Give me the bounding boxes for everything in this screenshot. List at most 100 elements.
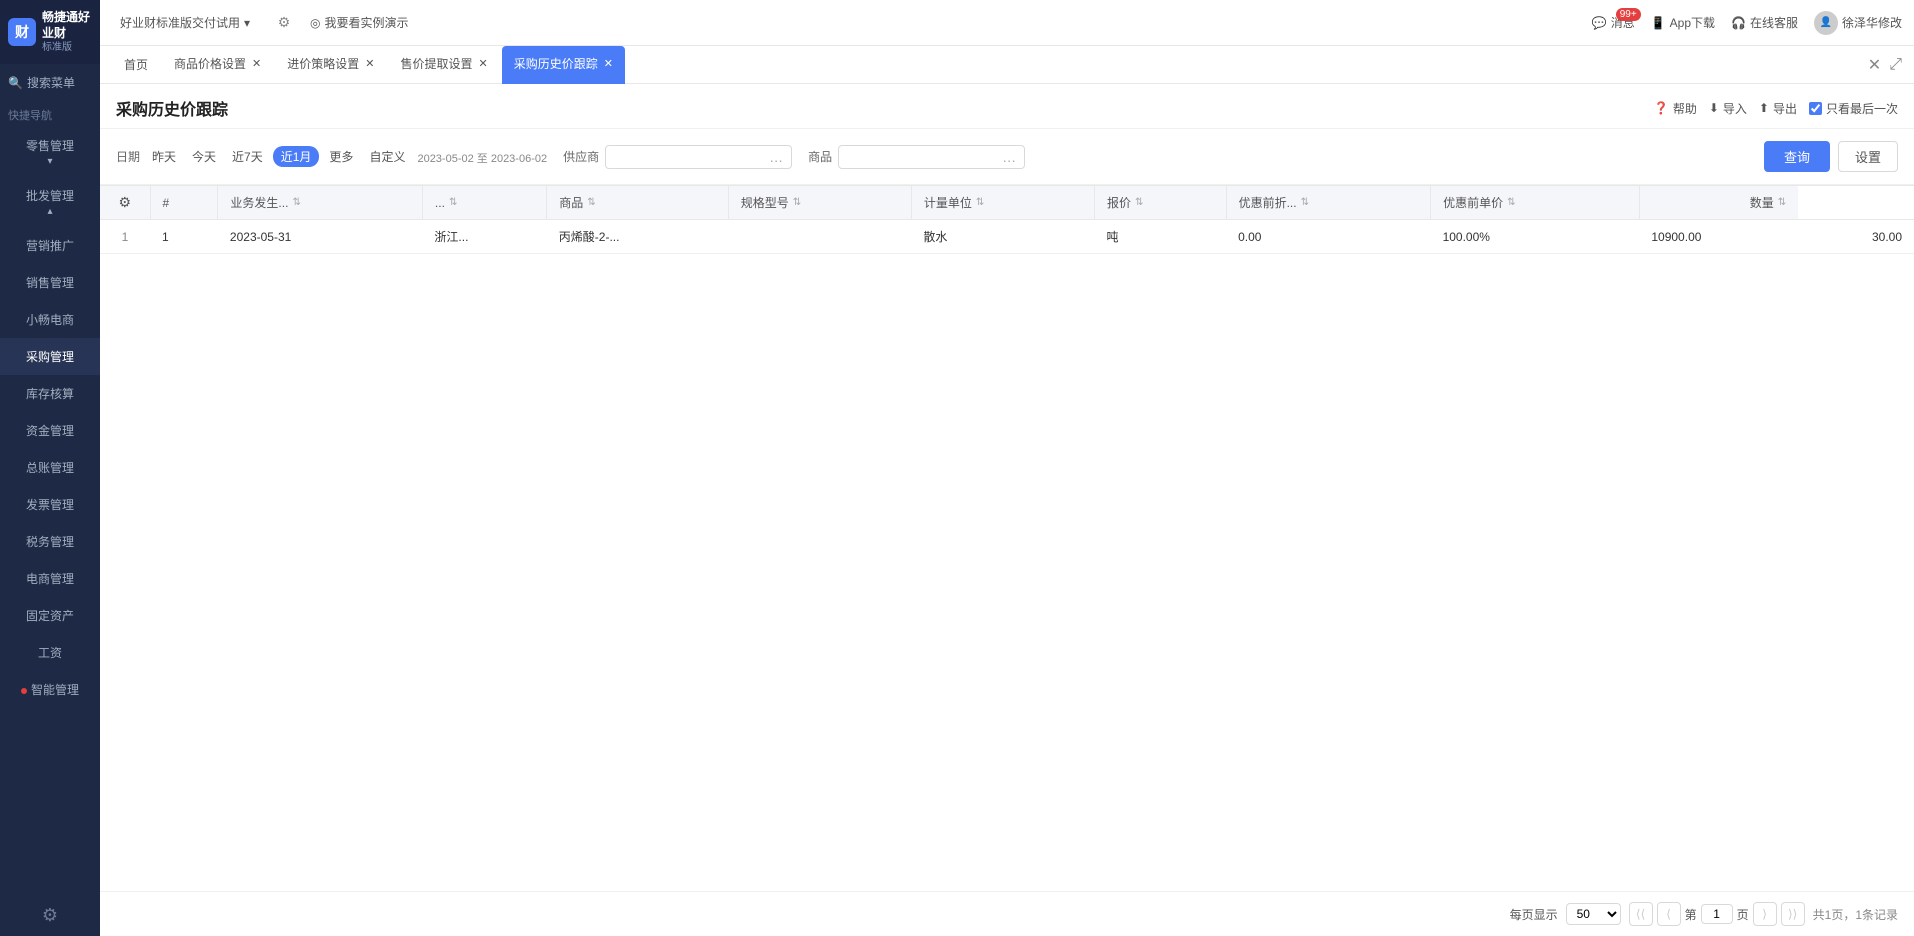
cell-quantity: 30.00 [1798,220,1914,254]
th-pre-price[interactable]: 优惠前单价 ⇅ [1431,186,1640,220]
page-first-btn[interactable]: ⟨⟨ [1629,902,1653,926]
app-download-button[interactable]: 📱 App下载 [1651,14,1715,31]
help-icon: ❓ [1654,101,1669,115]
sidebar-item-marketing[interactable]: 营销推广 [0,227,100,264]
sidebar-item-smart[interactable]: 智能管理 [0,671,100,708]
page-next-btn[interactable]: ⟩ [1753,902,1777,926]
sidebar-item-general-ledger[interactable]: 总账管理 [0,449,100,486]
goods-input-wrap[interactable]: … [838,145,1025,169]
page-size-select[interactable]: 50 10 20 100 [1566,903,1621,925]
sidebar-item-ecommerce[interactable]: 电商管理 [0,560,100,597]
demo-button[interactable]: ◎ 我要看实例演示 [310,14,409,31]
date-btn-1month[interactable]: 近1月 [273,146,320,167]
sidebar-item-payroll[interactable]: 工资 [0,634,100,671]
download-icon: 📱 [1651,16,1666,30]
expand-panel-icon[interactable]: ⤢ [1889,56,1902,74]
date-btn-more[interactable]: 更多 [323,146,359,167]
sidebar-item-retail[interactable]: 零售管理 ▾ [0,127,100,177]
tab-purchase-price-strategy[interactable]: 进价策略设置 ✕ [275,46,386,84]
sidebar-item-sales[interactable]: 销售管理 [0,264,100,301]
date-btn-custom[interactable]: 自定义 [363,146,411,167]
close-tab-goods-price[interactable]: ✕ [252,57,261,70]
import-icon: ⬇ [1709,101,1719,115]
supplier-more-icon[interactable]: … [769,149,783,165]
page-last-btn[interactable]: ⟩⟩ [1781,902,1805,926]
sort-preprice-icon: ⇅ [1507,197,1515,208]
th-discount[interactable]: 优惠前折... ⇅ [1226,186,1431,220]
chevron-up-icon: ▴ [47,206,52,217]
th-goods[interactable]: 商品 ⇅ [547,186,729,220]
page-total-info: 共1页，1条记录 [1813,906,1898,923]
th-spec[interactable]: 规格型号 ⇅ [728,186,911,220]
tab-selling-price[interactable]: 售价提取设置 ✕ [388,46,499,84]
close-tab-purchase-history[interactable]: ✕ [604,57,613,70]
goods-filter-label: 商品 [808,148,832,165]
goods-more-icon[interactable]: … [1002,149,1016,165]
supplier-input-wrap[interactable]: … [605,145,792,169]
page-nav: ⟨⟨ ⟨ 第 页 ⟩ ⟩⟩ [1629,902,1805,926]
chevron-down-icon: ▾ [244,16,250,30]
sidebar-item-invoice[interactable]: 发票管理 [0,486,100,523]
close-tab-selling-price[interactable]: ✕ [479,57,488,70]
cell-date: 2023-05-31 [218,220,423,254]
system-settings-icon[interactable]: ⚙ [270,9,298,37]
import-link[interactable]: ⬇ 导入 [1709,100,1747,117]
export-link[interactable]: ⬆ 导出 [1759,100,1797,117]
page-prev-btn[interactable]: ⟨ [1657,902,1681,926]
supplier-input[interactable] [614,150,769,164]
sidebar-search[interactable]: 🔍 搜索菜单 [0,64,100,101]
help-link[interactable]: ❓ 帮助 [1654,100,1697,117]
th-price[interactable]: 报价 ⇅ [1094,186,1226,220]
main-area: 好业财标准版交付试用 ▾ ⚙ ◎ 我要看实例演示 💬 消息 99+ 📱 App下… [100,0,1914,936]
date-btn-7days[interactable]: 近7天 [226,146,269,167]
sidebar-item-tax[interactable]: 税务管理 [0,523,100,560]
sidebar-item-finance[interactable]: 资金管理 [0,412,100,449]
tab-purchase-history[interactable]: 采购历史价跟踪 ✕ [502,46,625,84]
tab-home[interactable]: 首页 [112,46,160,84]
settings-button[interactable]: 设置 [1838,141,1898,172]
date-btn-today[interactable]: 今天 [186,146,222,167]
query-button[interactable]: 查询 [1764,141,1830,172]
cell-discount: 100.00% [1431,220,1640,254]
date-btn-yesterday[interactable]: 昨天 [146,146,182,167]
sidebar-item-inventory[interactable]: 库存核算 [0,375,100,412]
last-only-checkbox[interactable] [1809,102,1822,115]
tab-goods-price[interactable]: 商品价格设置 ✕ [162,46,273,84]
date-filter-group: 日期 昨天 今天 近7天 近1月 更多 自定义 2023-05-02 至 202… [116,146,547,167]
page-number-input[interactable] [1701,904,1733,924]
smart-dot [21,688,27,694]
cell-row-num: 1 [100,220,150,254]
cell-supplier: 浙江... [422,220,546,254]
page-label: 第 [1685,906,1697,923]
sidebar-item-assets[interactable]: 固定资产 [0,597,100,634]
cell-pre-price: 10900.00 [1639,220,1798,254]
sidebar-quick-nav[interactable]: 快捷导航 [0,101,100,127]
close-tab-purchase-price[interactable]: ✕ [365,57,374,70]
cell-price-unit: 吨 [1094,220,1226,254]
demo-icon: ◎ [310,16,320,30]
th-unit[interactable]: 计量单位 ⇅ [911,186,1094,220]
sidebar-item-wholesale[interactable]: 批发管理 ▴ [0,177,100,227]
user-menu[interactable]: 👤 徐泽华修改 [1814,11,1902,35]
th-date[interactable]: 业务发生... ⇅ [218,186,423,220]
sidebar-settings-icon[interactable]: ⚙ [0,895,100,936]
filter-area: 日期 昨天 今天 近7天 近1月 更多 自定义 2023-05-02 至 202… [100,129,1914,185]
tabs-bar: 首页 商品价格设置 ✕ 进价策略设置 ✕ 售价提取设置 ✕ 采购历史价跟踪 ✕ … [100,46,1914,84]
th-quantity[interactable]: 数量 ⇅ [1639,186,1798,220]
page-panel: 采购历史价跟踪 ❓ 帮助 ⬇ 导入 ⬆ 导出 [100,84,1914,936]
content-area: 采购历史价跟踪 ❓ 帮助 ⬇ 导入 ⬆ 导出 [100,84,1914,936]
sidebar-item-small-ecommerce[interactable]: 小畅电商 [0,301,100,338]
th-more[interactable]: ... ⇅ [422,186,546,220]
th-index: # [150,186,218,220]
goods-input[interactable] [847,150,1002,164]
sort-spec-icon: ⇅ [793,197,801,208]
online-service-button[interactable]: 🎧 在线客服 [1731,14,1798,31]
sidebar-item-purchase[interactable]: 采购管理 [0,338,100,375]
version-selector[interactable]: 好业财标准版交付试用 ▾ [112,10,258,35]
last-only-checkbox-label[interactable]: 只看最后一次 [1809,100,1898,117]
export-icon: ⬆ [1759,101,1769,115]
app-name: 畅捷通好业财 [42,10,92,41]
message-button[interactable]: 💬 消息 99+ [1592,14,1635,31]
th-gear[interactable]: ⚙ [100,186,150,220]
close-panel-icon[interactable]: ✕ [1868,55,1881,75]
